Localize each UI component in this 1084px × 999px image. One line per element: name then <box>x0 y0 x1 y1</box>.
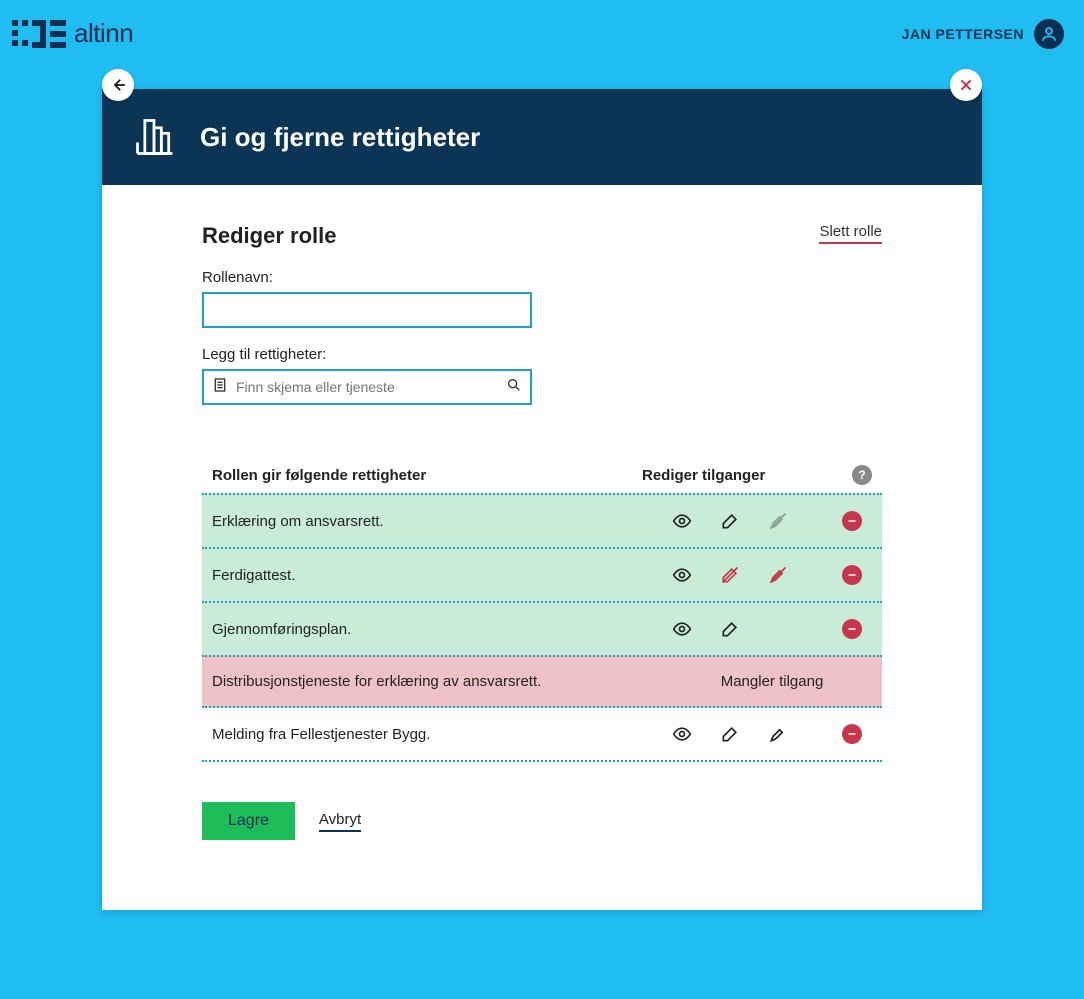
right-row: Ferdigattest. <box>202 547 882 603</box>
user-menu[interactable]: JAN PETTERSEN <box>902 19 1064 49</box>
building-icon <box>132 115 176 159</box>
sign-icon-struck[interactable] <box>768 565 788 585</box>
brand-logo[interactable]: altinn <box>12 18 133 49</box>
remove-button[interactable] <box>842 724 862 744</box>
add-rights-label: Legg til rettigheter: <box>202 346 882 363</box>
close-button[interactable] <box>950 69 982 101</box>
rolename-label: Rollenavn: <box>202 269 882 286</box>
logo-icon <box>12 20 66 48</box>
rights-table-header: Rollen gir følgende rettigheter Rediger … <box>202 465 882 495</box>
edit-icon[interactable] <box>720 724 740 744</box>
main-panel: Gi og fjerne rettigheter Rediger rolle S… <box>102 89 982 910</box>
right-row: Erklæring om ansvarsrett. <box>202 493 882 549</box>
panel-header: Gi og fjerne rettigheter <box>102 89 982 185</box>
view-icon[interactable] <box>672 511 692 531</box>
col-edit-header: Rediger tilganger <box>642 467 842 484</box>
help-icon[interactable]: ? <box>852 465 872 485</box>
user-name: JAN PETTERSEN <box>902 26 1024 42</box>
brand-name: altinn <box>74 18 133 49</box>
document-icon <box>212 377 228 398</box>
right-name: Ferdigattest. <box>212 567 672 584</box>
remove-button[interactable] <box>842 511 862 531</box>
right-row: Melding fra Fellestjenester Bygg. <box>202 706 882 762</box>
section-title: Rediger rolle <box>202 223 336 249</box>
back-button[interactable] <box>102 69 134 101</box>
edit-icon-struck[interactable] <box>720 565 740 585</box>
rolename-input[interactable] <box>202 292 532 328</box>
right-name: Gjennomføringsplan. <box>212 621 672 638</box>
save-button[interactable]: Lagre <box>202 802 295 840</box>
edit-icon[interactable] <box>720 619 740 639</box>
view-icon[interactable] <box>672 619 692 639</box>
remove-button[interactable] <box>842 619 862 639</box>
avatar <box>1034 19 1064 49</box>
right-name: Distribusjonstjeneste for erklæring av a… <box>212 673 672 690</box>
sign-icon <box>768 511 788 531</box>
remove-button[interactable] <box>842 565 862 585</box>
right-row: Gjennomføringsplan. <box>202 601 882 657</box>
cancel-link[interactable]: Avbryt <box>319 811 361 832</box>
view-icon[interactable] <box>672 724 692 744</box>
panel-title: Gi og fjerne rettigheter <box>200 122 480 153</box>
missing-access-label: Mangler tilgang <box>672 673 872 690</box>
search-icon[interactable] <box>506 377 522 398</box>
view-icon[interactable] <box>672 565 692 585</box>
delete-role-link[interactable]: Slett rolle <box>819 223 882 244</box>
right-name: Melding fra Fellestjenester Bygg. <box>212 726 672 743</box>
search-input[interactable] <box>236 379 498 395</box>
right-name: Erklæring om ansvarsrett. <box>212 513 672 530</box>
col-name-header: Rollen gir følgende rettigheter <box>212 467 642 484</box>
right-row-missing: Distribusjonstjeneste for erklæring av a… <box>202 655 882 708</box>
edit-icon[interactable] <box>720 511 740 531</box>
sign-icon-empty <box>768 619 788 639</box>
sign-icon[interactable] <box>768 724 788 744</box>
search-wrapper <box>202 369 532 405</box>
